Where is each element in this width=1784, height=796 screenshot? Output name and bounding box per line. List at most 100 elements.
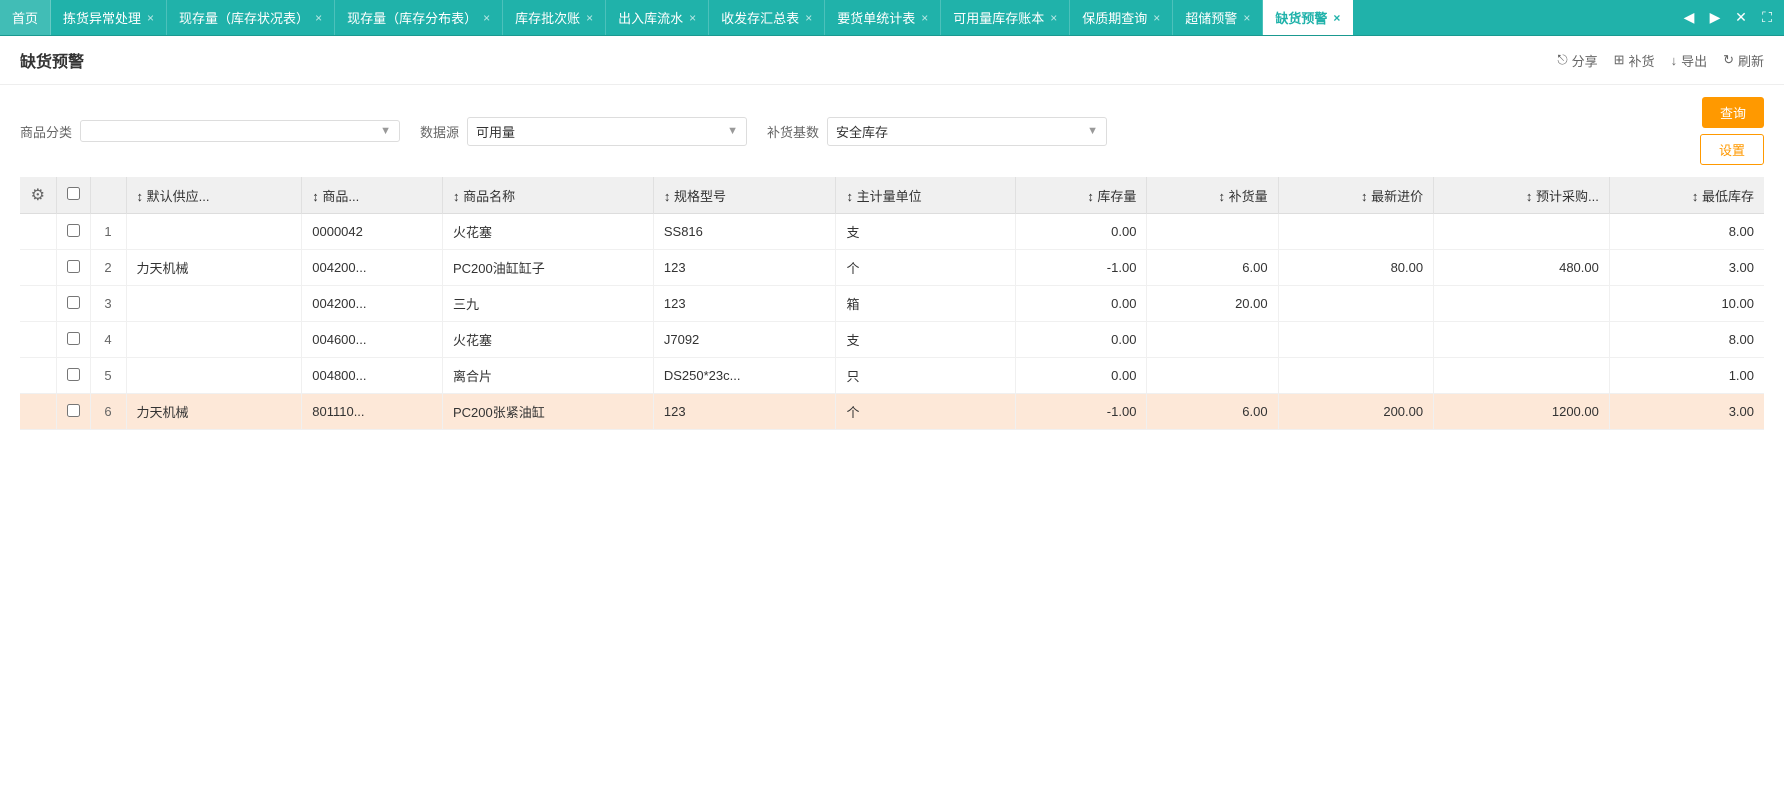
tab-shortage-close[interactable]: × xyxy=(1333,11,1340,25)
tab-inventory-dist[interactable]: 现存量（库存分布表） × xyxy=(335,0,503,35)
tab-close-all-button[interactable]: ✕ xyxy=(1728,5,1754,31)
table-row[interactable]: 6 力天机械 801110... PC200张紧油缸 123 个 -1.00 6… xyxy=(20,394,1764,430)
row-stock: 0.00 xyxy=(1016,286,1147,322)
row-checkbox-cell[interactable] xyxy=(56,286,90,322)
row-stock: -1.00 xyxy=(1016,394,1147,430)
replenish-button[interactable]: ⊞ 补货 xyxy=(1614,51,1655,70)
col-unit-label: ↕ 主计量单位 xyxy=(846,189,921,204)
tab-receive-summary-label: 收发存汇总表 xyxy=(721,8,799,27)
tab-inout-flow-label: 出入库流水 xyxy=(618,8,683,27)
refresh-button[interactable]: ↻ 刷新 xyxy=(1723,51,1764,70)
tab-inventory-status-close[interactable]: × xyxy=(315,11,322,25)
table-row[interactable]: 2 力天机械 004200... PC200油缸缸子 123 个 -1.00 6… xyxy=(20,250,1764,286)
replenish-base-select-value: 安全库存 xyxy=(836,122,1087,141)
tab-inventory-dist-close[interactable]: × xyxy=(483,11,490,25)
settings-button[interactable]: 设置 xyxy=(1700,134,1764,165)
row-checkbox-cell[interactable] xyxy=(56,358,90,394)
datasource-select[interactable]: 可用量 ▼ xyxy=(467,117,747,146)
tab-inout-flow[interactable]: 出入库流水 × xyxy=(606,0,709,35)
tab-overstock-close[interactable]: × xyxy=(1243,11,1250,25)
col-supplier-label: ↕ 默认供应... xyxy=(137,189,210,204)
row-code: 004800... xyxy=(302,358,443,394)
export-button[interactable]: ↓ 导出 xyxy=(1671,51,1708,70)
tab-demand-stats-close[interactable]: × xyxy=(921,11,928,25)
col-est-purchase[interactable]: ↕ 预计采购... xyxy=(1434,177,1610,214)
tab-receive-summary[interactable]: 收发存汇总表 × xyxy=(709,0,825,35)
row-checkbox[interactable] xyxy=(67,224,80,237)
col-supplier[interactable]: ↕ 默认供应... xyxy=(126,177,302,214)
row-checkbox-cell[interactable] xyxy=(56,214,90,250)
row-checkbox[interactable] xyxy=(67,404,80,417)
tab-batch-account-close[interactable]: × xyxy=(586,11,593,25)
col-unit[interactable]: ↕ 主计量单位 xyxy=(836,177,1016,214)
tab-abnormal[interactable]: 拣货异常处理 × xyxy=(51,0,167,35)
export-icon: ↓ xyxy=(1671,53,1678,68)
tab-inventory-dist-label: 现存量（库存分布表） xyxy=(347,8,477,27)
tab-demand-stats-label: 要货单统计表 xyxy=(837,8,915,27)
row-checkbox[interactable] xyxy=(67,332,80,345)
tab-expiry-query[interactable]: 保质期查询 × xyxy=(1070,0,1173,35)
row-spec: 123 xyxy=(653,250,836,286)
col-settings[interactable]: ⚙ xyxy=(20,177,56,214)
query-button[interactable]: 查询 xyxy=(1702,97,1764,128)
row-name: 火花塞 xyxy=(442,322,653,358)
col-stock[interactable]: ↕ 库存量 xyxy=(1016,177,1147,214)
table-row[interactable]: 1 0000042 火花塞 SS816 支 0.00 8.00 xyxy=(20,214,1764,250)
row-settings-cell xyxy=(20,394,56,430)
replenish-base-select[interactable]: 安全库存 ▼ xyxy=(827,117,1107,146)
tab-shortage[interactable]: 缺货预警 × xyxy=(1263,0,1353,35)
col-rownum xyxy=(90,177,126,214)
tab-prev-button[interactable]: ◀ xyxy=(1676,5,1702,31)
table-row[interactable]: 3 004200... 三九 123 箱 0.00 20.00 10.00 xyxy=(20,286,1764,322)
category-select[interactable]: ▼ xyxy=(80,120,400,142)
gear-icon[interactable]: ⚙ xyxy=(31,187,45,204)
share-button[interactable]: ⎋ 分享 xyxy=(1557,51,1597,70)
row-stock: -1.00 xyxy=(1016,250,1147,286)
table-row[interactable]: 5 004800... 离合片 DS250*23c... 只 0.00 1.00 xyxy=(20,358,1764,394)
row-checkbox-cell[interactable] xyxy=(56,322,90,358)
tab-overstock[interactable]: 超储预警 × xyxy=(1173,0,1263,35)
col-code[interactable]: ↕ 商品... xyxy=(302,177,443,214)
row-checkbox[interactable] xyxy=(67,260,80,273)
tab-fullscreen-button[interactable]: ⛶ xyxy=(1754,5,1780,31)
row-checkbox-cell[interactable] xyxy=(56,250,90,286)
select-all-checkbox[interactable] xyxy=(67,187,80,200)
tab-expiry-query-close[interactable]: × xyxy=(1153,11,1160,25)
row-checkbox-cell[interactable] xyxy=(56,394,90,430)
table-row[interactable]: 4 004600... 火花塞 J7092 支 0.00 8.00 xyxy=(20,322,1764,358)
page-header: 缺货预警 ⎋ 分享 ⊞ 补货 ↓ 导出 ↻ 刷新 xyxy=(0,36,1784,85)
row-checkbox[interactable] xyxy=(67,296,80,309)
row-est-purchase: 1200.00 xyxy=(1434,394,1610,430)
col-replenish-qty[interactable]: ↕ 补货量 xyxy=(1147,177,1278,214)
category-select-arrow: ▼ xyxy=(380,125,391,137)
tab-demand-stats[interactable]: 要货单统计表 × xyxy=(825,0,941,35)
header-actions: ⎋ 分享 ⊞ 补货 ↓ 导出 ↻ 刷新 xyxy=(1557,51,1764,70)
replenish-base-label: 补货基数 xyxy=(767,122,819,141)
tab-available-ledger[interactable]: 可用量库存账本 × xyxy=(941,0,1070,35)
row-latest-price xyxy=(1278,322,1434,358)
category-filter: 商品分类 ▼ xyxy=(20,120,400,142)
row-replenish-qty xyxy=(1147,322,1278,358)
tab-abnormal-close[interactable]: × xyxy=(147,11,154,25)
row-latest-price: 200.00 xyxy=(1278,394,1434,430)
replenish-icon: ⊞ xyxy=(1614,52,1625,68)
col-name[interactable]: ↕ 商品名称 xyxy=(442,177,653,214)
col-spec[interactable]: ↕ 规格型号 xyxy=(653,177,836,214)
datasource-select-arrow: ▼ xyxy=(727,125,738,137)
tab-available-ledger-close[interactable]: × xyxy=(1050,11,1057,25)
row-settings-cell xyxy=(20,250,56,286)
row-checkbox[interactable] xyxy=(67,368,80,381)
row-min-stock: 1.00 xyxy=(1609,358,1764,394)
tab-home[interactable]: 首页 xyxy=(0,0,51,35)
tab-inout-flow-close[interactable]: × xyxy=(689,11,696,25)
row-name: 离合片 xyxy=(442,358,653,394)
row-unit: 个 xyxy=(836,394,1016,430)
tab-inventory-status[interactable]: 现存量（库存状况表） × xyxy=(167,0,335,35)
tab-batch-account[interactable]: 库存批次账 × xyxy=(503,0,606,35)
row-settings-cell xyxy=(20,358,56,394)
tab-next-button[interactable]: ▶ xyxy=(1702,5,1728,31)
col-latest-price[interactable]: ↕ 最新进价 xyxy=(1278,177,1434,214)
col-min-stock[interactable]: ↕ 最低库存 xyxy=(1609,177,1764,214)
tab-receive-summary-close[interactable]: × xyxy=(805,11,812,25)
row-est-purchase: 480.00 xyxy=(1434,250,1610,286)
